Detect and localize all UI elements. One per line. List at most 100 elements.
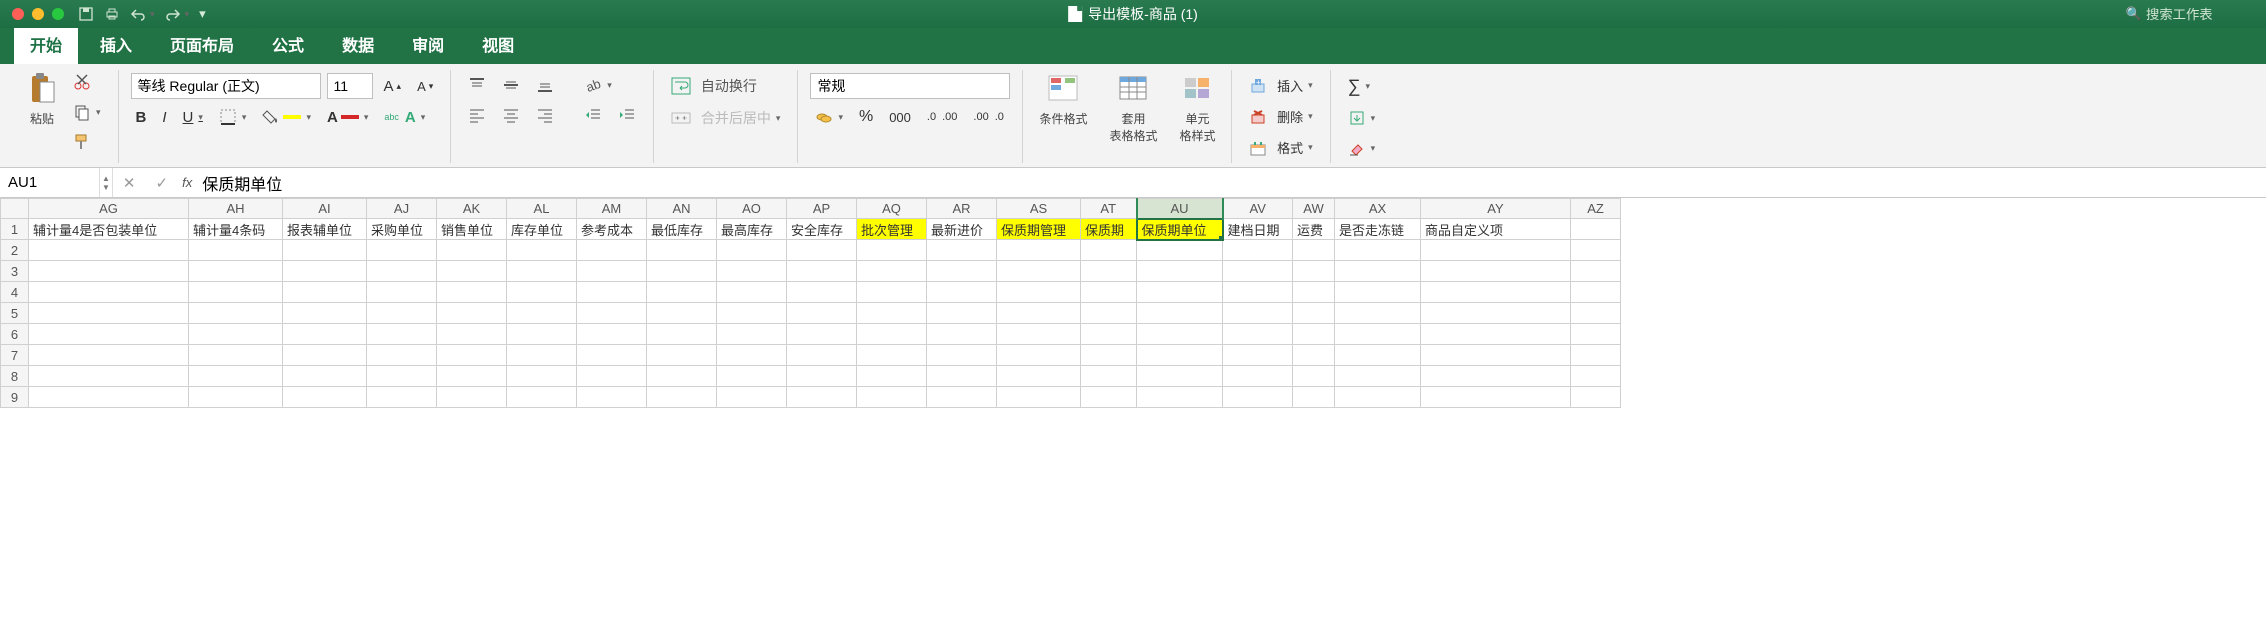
align-bottom-button[interactable]: [531, 73, 559, 97]
cell-AK5[interactable]: [437, 303, 507, 324]
increase-indent-button[interactable]: [613, 103, 641, 127]
currency-button[interactable]: [810, 105, 848, 129]
cell-AO4[interactable]: [717, 282, 787, 303]
phonetic-button[interactable]: abcA: [379, 106, 430, 129]
font-size-combo[interactable]: [327, 73, 373, 99]
increase-decimal-button[interactable]: .0.00: [922, 107, 962, 128]
select-all-corner[interactable]: [1, 199, 29, 219]
cell-AK2[interactable]: [437, 240, 507, 261]
cell-AH5[interactable]: [189, 303, 283, 324]
font-color-button[interactable]: A: [322, 106, 373, 129]
cell-AQ3[interactable]: [857, 261, 927, 282]
cell-AK3[interactable]: [437, 261, 507, 282]
cell-AR6[interactable]: [927, 324, 997, 345]
tab-审阅[interactable]: 审阅: [396, 25, 460, 64]
cell-AP9[interactable]: [787, 387, 857, 408]
cell-AU8[interactable]: [1137, 366, 1223, 387]
cell-AJ5[interactable]: [367, 303, 437, 324]
cell-AH9[interactable]: [189, 387, 283, 408]
row-header-6[interactable]: 6: [1, 324, 29, 345]
cell-AU4[interactable]: [1137, 282, 1223, 303]
cell-AW1[interactable]: 运费: [1293, 219, 1335, 240]
qat-customize-icon[interactable]: ▾: [199, 6, 206, 22]
cell-AT7[interactable]: [1081, 345, 1137, 366]
cell-AU5[interactable]: [1137, 303, 1223, 324]
cell-styles-button[interactable]: 单元 格样式: [1175, 70, 1219, 146]
cell-AY2[interactable]: [1421, 240, 1571, 261]
save-icon[interactable]: [78, 6, 94, 22]
cell-AI5[interactable]: [283, 303, 367, 324]
cell-AM9[interactable]: [577, 387, 647, 408]
row-header-2[interactable]: 2: [1, 240, 29, 261]
cell-AV6[interactable]: [1223, 324, 1293, 345]
cell-AR7[interactable]: [927, 345, 997, 366]
cell-AX8[interactable]: [1335, 366, 1421, 387]
cell-AS2[interactable]: [997, 240, 1081, 261]
merge-center-button[interactable]: 合并后居中: [666, 105, 785, 131]
cell-AQ1[interactable]: 批次管理: [857, 219, 927, 240]
fill-button[interactable]: [1343, 106, 1381, 130]
cell-AJ8[interactable]: [367, 366, 437, 387]
cell-AN3[interactable]: [647, 261, 717, 282]
cell-AK7[interactable]: [437, 345, 507, 366]
zoom-window-button[interactable]: [52, 8, 64, 20]
align-center-button[interactable]: [497, 103, 525, 127]
cell-AT4[interactable]: [1081, 282, 1137, 303]
enter-formula-button[interactable]: ✓: [146, 174, 179, 192]
cell-AX2[interactable]: [1335, 240, 1421, 261]
align-left-button[interactable]: [463, 103, 491, 127]
cell-AH3[interactable]: [189, 261, 283, 282]
cell-AI9[interactable]: [283, 387, 367, 408]
cell-AP7[interactable]: [787, 345, 857, 366]
col-header-AL[interactable]: AL: [507, 199, 577, 219]
delete-cells-button[interactable]: 删除: [1244, 104, 1317, 129]
cell-AN2[interactable]: [647, 240, 717, 261]
cell-AJ2[interactable]: [367, 240, 437, 261]
align-middle-button[interactable]: [497, 73, 525, 97]
cell-AX1[interactable]: 是否走冻链: [1335, 219, 1421, 240]
cell-AM5[interactable]: [577, 303, 647, 324]
cell-AW5[interactable]: [1293, 303, 1335, 324]
cell-AV1[interactable]: 建档日期: [1223, 219, 1293, 240]
cancel-formula-button[interactable]: ✕: [113, 174, 146, 192]
cell-AX6[interactable]: [1335, 324, 1421, 345]
cell-AW3[interactable]: [1293, 261, 1335, 282]
cell-AL2[interactable]: [507, 240, 577, 261]
format-as-table-button[interactable]: 套用 表格格式: [1105, 70, 1161, 146]
cell-AY1[interactable]: 商品自定义项: [1421, 219, 1571, 240]
search-input[interactable]: [2146, 7, 2256, 22]
cell-AQ7[interactable]: [857, 345, 927, 366]
cell-AZ9[interactable]: [1571, 387, 1621, 408]
row-header-8[interactable]: 8: [1, 366, 29, 387]
cell-AW4[interactable]: [1293, 282, 1335, 303]
cell-AO2[interactable]: [717, 240, 787, 261]
cell-AT8[interactable]: [1081, 366, 1137, 387]
font-name-combo[interactable]: [131, 73, 321, 99]
cell-AR8[interactable]: [927, 366, 997, 387]
cell-AU3[interactable]: [1137, 261, 1223, 282]
cell-AI2[interactable]: [283, 240, 367, 261]
comma-button[interactable]: 000: [884, 107, 916, 128]
format-painter-button[interactable]: [68, 130, 106, 154]
cell-AZ1[interactable]: [1571, 219, 1621, 240]
cell-AN7[interactable]: [647, 345, 717, 366]
orientation-button[interactable]: ab: [579, 73, 617, 97]
cell-AJ1[interactable]: 采购单位: [367, 219, 437, 240]
col-header-AW[interactable]: AW: [1293, 199, 1335, 219]
insert-cells-button[interactable]: + 插入: [1244, 73, 1317, 98]
cell-AG6[interactable]: [29, 324, 189, 345]
cell-AL4[interactable]: [507, 282, 577, 303]
cell-AQ4[interactable]: [857, 282, 927, 303]
cell-AL7[interactable]: [507, 345, 577, 366]
cell-AZ2[interactable]: [1571, 240, 1621, 261]
cell-AS8[interactable]: [997, 366, 1081, 387]
row-header-5[interactable]: 5: [1, 303, 29, 324]
cell-AK8[interactable]: [437, 366, 507, 387]
cell-AU2[interactable]: [1137, 240, 1223, 261]
cell-AZ6[interactable]: [1571, 324, 1621, 345]
cell-AZ8[interactable]: [1571, 366, 1621, 387]
cell-AZ5[interactable]: [1571, 303, 1621, 324]
tab-页面布局[interactable]: 页面布局: [154, 25, 250, 64]
col-header-AM[interactable]: AM: [577, 199, 647, 219]
cell-AT3[interactable]: [1081, 261, 1137, 282]
